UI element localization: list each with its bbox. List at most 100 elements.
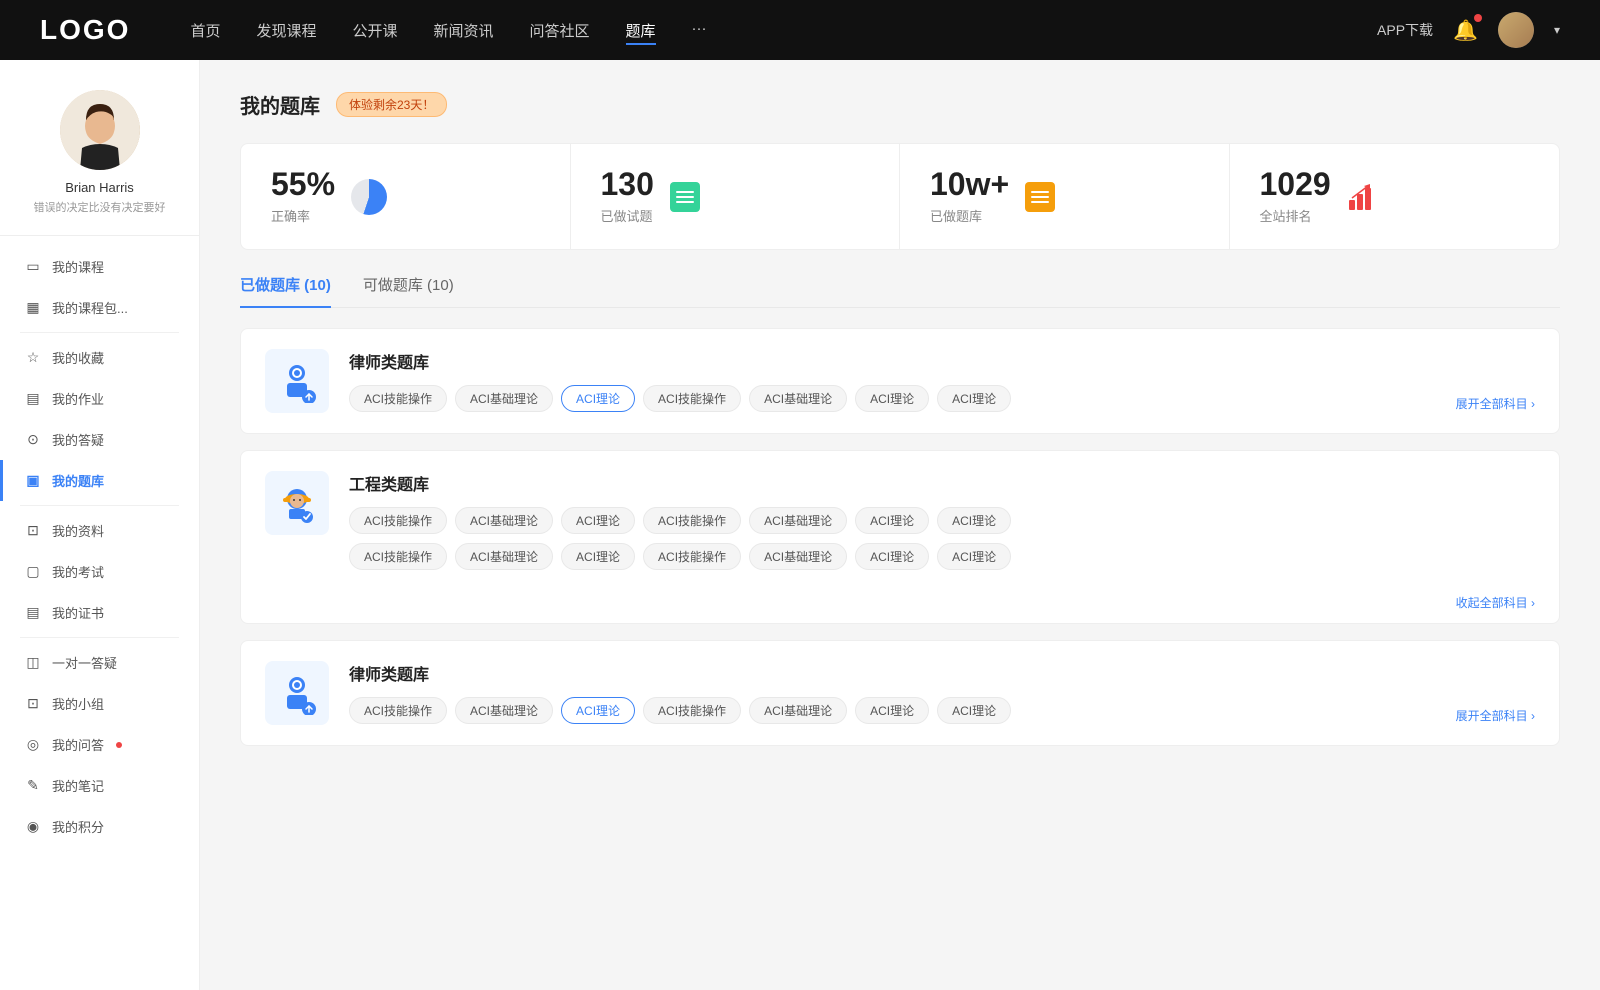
- bank-1-tag-6[interactable]: ACI理论: [937, 507, 1011, 534]
- bank-card-2-header: 律师类题库 ACI技能操作 ACI基础理论 ACI理论 ACI技能操作 ACI基…: [265, 661, 1535, 725]
- bank-1-tags-row2: ACI技能操作 ACI基础理论 ACI理论 ACI技能操作 ACI基础理论 AC…: [265, 543, 1535, 570]
- bank-card-1-header: 工程类题库 ACI技能操作 ACI基础理论 ACI理论 ACI技能操作 ACI基…: [265, 471, 1535, 535]
- bank-1-tag-1[interactable]: ACI基础理论: [455, 507, 553, 534]
- bank-2-tag-5[interactable]: ACI理论: [855, 697, 929, 724]
- tab-available-banks[interactable]: 可做题库 (10): [363, 274, 454, 307]
- nav-home[interactable]: 首页: [190, 16, 220, 45]
- bank-0-tag-5[interactable]: ACI理论: [855, 385, 929, 412]
- sidebar-item-course-package[interactable]: ▦ 我的课程包...: [0, 287, 199, 328]
- sidebar: Brian Harris 错误的决定比没有决定要好 ▭ 我的课程 ▦ 我的课程包…: [0, 60, 200, 990]
- stat-done-banks-label: 已做题库: [930, 206, 1009, 225]
- bank-1-r2-tag-4[interactable]: ACI基础理论: [749, 543, 847, 570]
- unread-dot: [116, 742, 122, 748]
- nav-more[interactable]: ···: [692, 16, 707, 45]
- list-line-o1: [1031, 191, 1049, 193]
- bank-1-tag-4[interactable]: ACI基础理论: [749, 507, 847, 534]
- sidebar-menu: ▭ 我的课程 ▦ 我的课程包... ☆ 我的收藏 ▤ 我的作业 ⊙ 我的答疑 ▣: [0, 246, 199, 847]
- bank-1-tag-0[interactable]: ACI技能操作: [349, 507, 447, 534]
- sidebar-item-favorites[interactable]: ☆ 我的收藏: [0, 337, 199, 378]
- sidebar-item-certificates[interactable]: ▤ 我的证书: [0, 592, 199, 633]
- sidebar-avatar[interactable]: [60, 90, 140, 170]
- bank-0-tag-6[interactable]: ACI理论: [937, 385, 1011, 412]
- bank-0-tag-3[interactable]: ACI技能操作: [643, 385, 741, 412]
- bank-0-expand[interactable]: 展开全部科目 ›: [1456, 391, 1535, 412]
- bank-2-tag-2[interactable]: ACI理论: [561, 697, 635, 724]
- sidebar-divider-3: [20, 637, 179, 638]
- bank-0-tag-2[interactable]: ACI理论: [561, 385, 635, 412]
- nav-news[interactable]: 新闻资讯: [434, 16, 494, 45]
- nav-qa[interactable]: 问答社区: [530, 16, 590, 45]
- bank-1-r2-tag-1[interactable]: ACI基础理论: [455, 543, 553, 570]
- app-download-button[interactable]: APP下载: [1377, 20, 1433, 40]
- list-line-o3: [1031, 201, 1049, 203]
- user-dropdown-icon[interactable]: ▾: [1554, 23, 1560, 37]
- bank-card-0-inner: 律师类题库 ACI技能操作 ACI基础理论 ACI理论 ACI技能操作 ACI基…: [241, 329, 1559, 433]
- bell-icon: 🔔: [1453, 20, 1478, 42]
- bank-0-tag-1[interactable]: ACI基础理论: [455, 385, 553, 412]
- sidebar-item-my-qa[interactable]: ◎ 我的问答: [0, 724, 199, 765]
- sidebar-item-groups[interactable]: ⊡ 我的小组: [0, 683, 199, 724]
- stat-ranking: 1029 全站排名: [1230, 144, 1560, 249]
- stat-accuracy: 55% 正确率: [241, 144, 571, 249]
- bank-2-expand[interactable]: 展开全部科目 ›: [1456, 703, 1535, 724]
- bank-2-tag-6[interactable]: ACI理论: [937, 697, 1011, 724]
- tab-done-banks[interactable]: 已做题库 (10): [240, 274, 331, 307]
- sidebar-item-tutoring[interactable]: ◫ 一对一答疑: [0, 642, 199, 683]
- bank-card-2: 律师类题库 ACI技能操作 ACI基础理论 ACI理论 ACI技能操作 ACI基…: [240, 640, 1560, 746]
- notes-icon: ✎: [24, 777, 42, 794]
- sidebar-item-question-bank[interactable]: ▣ 我的题库: [0, 460, 199, 501]
- group-icon: ⊡: [24, 695, 42, 712]
- sidebar-label-certificates: 我的证书: [52, 603, 104, 622]
- bank-1-r2-tag-6[interactable]: ACI理论: [937, 543, 1011, 570]
- sidebar-item-exams[interactable]: ▢ 我的考试: [0, 551, 199, 592]
- list-line-o2: [1031, 196, 1049, 198]
- stat-done-questions-text: 130 已做试题: [601, 168, 654, 225]
- stat-done-banks: 10w+ 已做题库: [900, 144, 1230, 249]
- sidebar-label-homework: 我的作业: [52, 389, 104, 408]
- accuracy-chart-icon: [351, 179, 387, 215]
- sidebar-divider-1: [20, 332, 179, 333]
- bank-1-tag-2[interactable]: ACI理论: [561, 507, 635, 534]
- bank-2-tag-0[interactable]: ACI技能操作: [349, 697, 447, 724]
- bank-card-0: 律师类题库 ACI技能操作 ACI基础理论 ACI理论 ACI技能操作 ACI基…: [240, 328, 1560, 434]
- bank-2-name: 律师类题库: [349, 661, 1535, 685]
- bank-0-name: 律师类题库: [349, 349, 1535, 373]
- nav-question-bank[interactable]: 题库: [626, 16, 656, 45]
- notification-bell[interactable]: 🔔: [1453, 18, 1478, 43]
- bank-1-collapse[interactable]: 收起全部科目 ›: [241, 590, 1559, 623]
- sidebar-item-points[interactable]: ◉ 我的积分: [0, 806, 199, 847]
- sidebar-label-questions: 我的答疑: [52, 430, 104, 449]
- page-header: 我的题库 体验剩余23天！: [240, 90, 1560, 119]
- bank-1-r2-tag-0[interactable]: ACI技能操作: [349, 543, 447, 570]
- nav-discover[interactable]: 发现课程: [256, 16, 316, 45]
- list-line-2: [676, 196, 694, 198]
- bank-1-tag-5[interactable]: ACI理论: [855, 507, 929, 534]
- list-line-1: [676, 191, 694, 193]
- stat-done-questions-label: 已做试题: [601, 206, 654, 225]
- sidebar-label-points: 我的积分: [52, 817, 104, 836]
- sidebar-item-homework[interactable]: ▤ 我的作业: [0, 378, 199, 419]
- nav-open-course[interactable]: 公开课: [352, 16, 397, 45]
- bank-1-tag-3[interactable]: ACI技能操作: [643, 507, 741, 534]
- nav-menu: 首页 发现课程 公开课 新闻资讯 问答社区 题库 ···: [190, 16, 1377, 45]
- user-avatar[interactable]: [1498, 12, 1534, 48]
- bank-1-r2-tag-2[interactable]: ACI理论: [561, 543, 635, 570]
- logo[interactable]: LOGO: [40, 14, 130, 46]
- sidebar-item-profile[interactable]: ⊡ 我的资料: [0, 510, 199, 551]
- bank-1-r2-tag-5[interactable]: ACI理论: [855, 543, 929, 570]
- bank-0-tag-4[interactable]: ACI基础理论: [749, 385, 847, 412]
- bank-2-tag-3[interactable]: ACI技能操作: [643, 697, 741, 724]
- sidebar-item-my-courses[interactable]: ▭ 我的课程: [0, 246, 199, 287]
- sidebar-label-groups: 我的小组: [52, 694, 104, 713]
- bank-2-tag-1[interactable]: ACI基础理论: [455, 697, 553, 724]
- bank-0-tag-0[interactable]: ACI技能操作: [349, 385, 447, 412]
- bank-2-tag-4[interactable]: ACI基础理论: [749, 697, 847, 724]
- sidebar-label-notes: 我的笔记: [52, 776, 104, 795]
- bank-1-icon-wrap: [265, 471, 329, 535]
- sidebar-item-questions[interactable]: ⊙ 我的答疑: [0, 419, 199, 460]
- sidebar-item-notes[interactable]: ✎ 我的笔记: [0, 765, 199, 806]
- bank-1-name: 工程类题库: [349, 471, 1535, 495]
- stat-done-questions-value: 130: [601, 168, 654, 200]
- bank-0-icon-wrap: [265, 349, 329, 413]
- bank-1-r2-tag-3[interactable]: ACI技能操作: [643, 543, 741, 570]
